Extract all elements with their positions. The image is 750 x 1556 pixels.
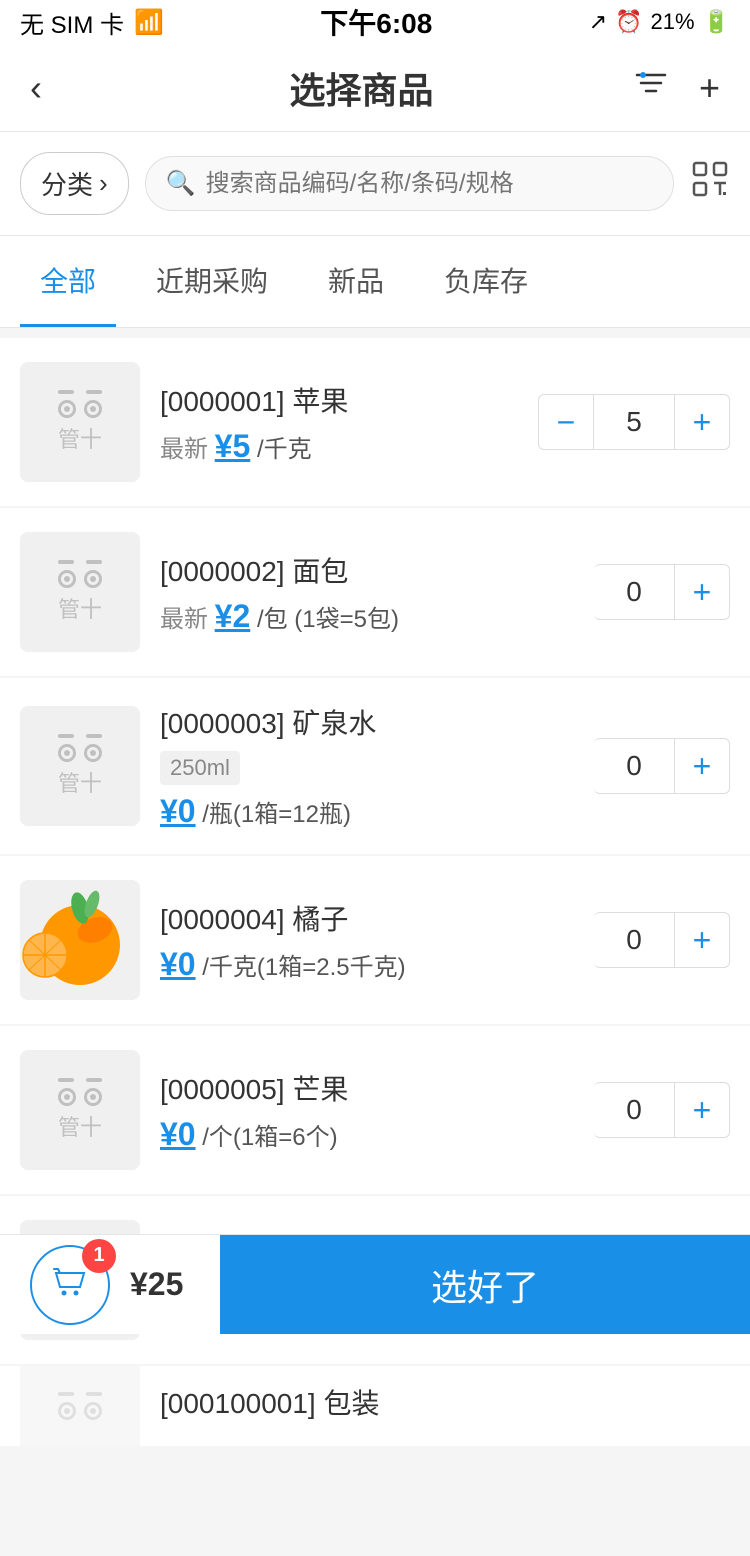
quantity-control-0000002: + xyxy=(594,564,730,620)
category-label: 分类 xyxy=(41,165,93,202)
status-time: 下午6:08 xyxy=(320,2,432,42)
product-image-0000003: 管十 xyxy=(20,706,140,826)
search-input[interactable] xyxy=(206,170,653,198)
owl-placeholder: 管十 xyxy=(58,390,102,454)
table-row: 管十 [0000003] 矿泉水 250ml ¥0 /瓶(1箱=12瓶) + xyxy=(0,678,750,854)
quantity-increase-0000003[interactable]: + xyxy=(674,738,730,794)
quantity-input-0000001[interactable] xyxy=(594,394,674,450)
product-image-partial xyxy=(20,1366,140,1446)
product-image-0000002: 管十 xyxy=(20,532,140,652)
quantity-input-0000004[interactable] xyxy=(594,912,674,968)
product-name: [0000002] 面包 xyxy=(160,550,574,590)
tabs: 全部 近期采购 新品 负库存 xyxy=(0,236,750,328)
cart-total: ¥25 xyxy=(130,1266,183,1303)
cart-button[interactable]: 1 xyxy=(30,1245,110,1325)
product-price: ¥0 /瓶(1箱=12瓶) xyxy=(160,793,574,830)
product-image-0000005: 管十 xyxy=(20,1050,140,1170)
product-image-0000001: 管十 xyxy=(20,362,140,482)
nav-actions: + xyxy=(633,65,720,110)
battery-percent: 21% xyxy=(651,9,695,35)
product-info-0000003: [0000003] 矿泉水 250ml ¥0 /瓶(1箱=12瓶) xyxy=(160,702,574,830)
product-name: [0000003] 矿泉水 xyxy=(160,702,574,742)
product-info-0000005: [0000005] 芒果 ¥0 /个(1箱=6个) xyxy=(160,1068,574,1153)
alarm-icon: ⏰ xyxy=(615,9,642,35)
scan-button[interactable] xyxy=(690,159,730,208)
search-input-wrap: 🔍 xyxy=(145,156,674,211)
status-left: 无 SIM 卡 📶 xyxy=(20,5,164,40)
page-title: 选择商品 xyxy=(289,62,433,114)
product-info-0000001: [0000001] 苹果 最新 ¥5 /千克 xyxy=(160,380,518,465)
product-name: [0000004] 橘子 xyxy=(160,898,574,938)
table-row: 管十 [0000002] 面包 最新 ¥2 /包 (1袋=5包) + xyxy=(0,508,750,676)
sim-status: 无 SIM 卡 xyxy=(20,5,124,40)
quantity-control-0000004: + xyxy=(594,912,730,968)
quantity-input-0000003[interactable] xyxy=(594,738,674,794)
owl-placeholder: 管十 xyxy=(58,560,102,624)
quantity-decrease-0000001[interactable]: − xyxy=(538,394,594,450)
product-name-partial: [000100001] 包装 xyxy=(160,1382,730,1422)
product-info-partial: [000100001] 包装 xyxy=(160,1382,730,1430)
wifi-icon: 📶 xyxy=(134,8,164,37)
category-button[interactable]: 分类 › xyxy=(20,152,129,215)
quantity-control-0000005: + xyxy=(594,1082,730,1138)
product-price: 最新 ¥2 /包 (1袋=5包) xyxy=(160,598,574,635)
product-image-0000004 xyxy=(20,880,140,1000)
battery-icon: 🔋 xyxy=(703,9,730,35)
quantity-increase-0000004[interactable]: + xyxy=(674,912,730,968)
category-chevron: › xyxy=(99,168,108,199)
quantity-control-0000001: − + xyxy=(538,394,730,450)
quantity-control-0000003: + xyxy=(594,738,730,794)
product-price: ¥0 /个(1箱=6个) xyxy=(160,1116,574,1153)
product-list: 管十 [0000001] 苹果 最新 ¥5 /千克 − + 管十 xyxy=(0,338,750,1556)
owl-placeholder: 管十 xyxy=(58,1078,102,1142)
product-price: 最新 ¥5 /千克 xyxy=(160,428,518,465)
owl-placeholder xyxy=(58,1392,102,1420)
quantity-increase-0000002[interactable]: + xyxy=(674,564,730,620)
filter-icon[interactable] xyxy=(633,65,669,110)
product-info-0000004: [0000004] 橘子 ¥0 /千克(1箱=2.5千克) xyxy=(160,898,574,983)
status-bar: 无 SIM 卡 📶 下午6:08 ↗ ⏰ 21% 🔋 xyxy=(0,0,750,44)
table-row: 管十 [0000001] 苹果 最新 ¥5 /千克 − + xyxy=(0,338,750,506)
quantity-input-0000002[interactable] xyxy=(594,564,674,620)
product-name: [0000005] 芒果 xyxy=(160,1068,574,1108)
quantity-input-0000005[interactable] xyxy=(594,1082,674,1138)
bottom-bar: 1 ¥25 选好了 xyxy=(0,1234,750,1334)
status-right: ↗ ⏰ 21% 🔋 xyxy=(589,9,730,35)
owl-placeholder: 管十 xyxy=(58,734,102,798)
tab-negative[interactable]: 负库存 xyxy=(424,236,548,327)
tab-new[interactable]: 新品 xyxy=(308,236,404,327)
product-info-0000002: [0000002] 面包 最新 ¥2 /包 (1袋=5包) xyxy=(160,550,574,635)
add-button[interactable]: + xyxy=(699,67,720,109)
nav-bar: ‹ 选择商品 + xyxy=(0,44,750,132)
confirm-button[interactable]: 选好了 xyxy=(220,1235,750,1334)
quantity-increase-0000001[interactable]: + xyxy=(674,394,730,450)
location-icon: ↗ xyxy=(589,9,607,35)
quantity-increase-0000005[interactable]: + xyxy=(674,1082,730,1138)
table-row: [0000004] 橘子 ¥0 /千克(1箱=2.5千克) + xyxy=(0,856,750,1024)
product-name: [0000001] 苹果 xyxy=(160,380,518,420)
table-row: 管十 [0000005] 芒果 ¥0 /个(1箱=6个) + xyxy=(0,1026,750,1194)
search-bar: 分类 › 🔍 xyxy=(0,132,750,236)
cart-badge: 1 xyxy=(82,1239,116,1273)
tab-recent[interactable]: 近期采购 xyxy=(136,236,288,327)
table-row-partial: [000100001] 包装 xyxy=(0,1366,750,1446)
search-icon: 🔍 xyxy=(166,169,196,198)
cart-section: 1 ¥25 xyxy=(0,1245,220,1325)
tab-all[interactable]: 全部 xyxy=(20,236,116,327)
product-spec: 250ml xyxy=(160,751,240,785)
product-price: ¥0 /千克(1箱=2.5千克) xyxy=(160,946,574,983)
back-button[interactable]: ‹ xyxy=(30,67,90,109)
